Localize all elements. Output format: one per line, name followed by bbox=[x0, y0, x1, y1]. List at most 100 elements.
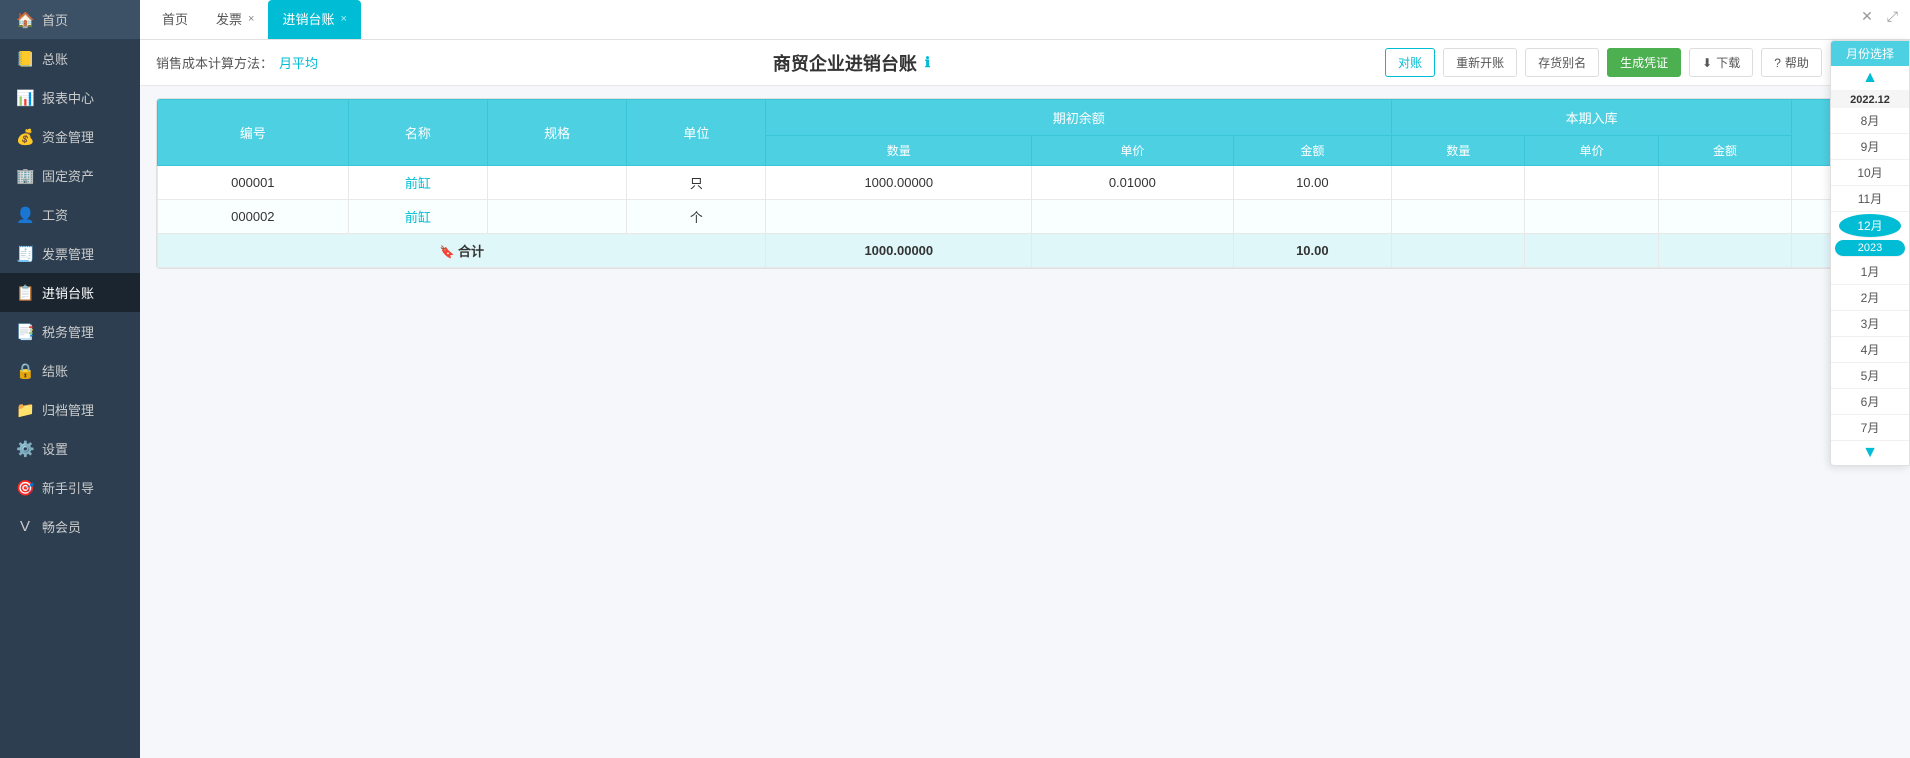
cell-in-price bbox=[1525, 200, 1658, 234]
sidebar-item-settings[interactable]: ⚙️ 设置 bbox=[0, 429, 140, 468]
month-item-1月[interactable]: 1月 bbox=[1831, 259, 1909, 285]
sidebar-icon-payroll: 👤 bbox=[16, 206, 34, 224]
month-item-12月[interactable]: 12月 bbox=[1839, 214, 1901, 238]
sidebar-label-archive-management: 归档管理 bbox=[42, 400, 94, 419]
sidebar-item-general-ledger[interactable]: 📒总账 bbox=[0, 39, 140, 78]
main-area: ✕ ⤢ 首页发票 × 进销台账 × 销售成本计算方法： 月平均 商贸企业进销台账 ℹ … bbox=[140, 0, 1910, 758]
total-in-qty bbox=[1392, 234, 1525, 268]
table-row: 000002 前缸 个 bbox=[158, 200, 1893, 234]
help-button[interactable]: ? 帮助 bbox=[1761, 48, 1822, 77]
table-row: 000001 前缸 只 1000.00000 0.01000 10.00 bbox=[158, 166, 1893, 200]
sidebar-item-vip[interactable]: V 畅会员 bbox=[0, 507, 140, 546]
sidebar-item-fund-management[interactable]: 💰 资金管理 bbox=[0, 117, 140, 156]
cell-opening-qty bbox=[766, 200, 1032, 234]
tab-close-purchase-sales[interactable]: × bbox=[340, 13, 346, 25]
total-opening-qty: 1000.00000 bbox=[766, 234, 1032, 268]
tab-label-purchase-sales: 进销台账 bbox=[282, 9, 334, 28]
cell-in-amount bbox=[1658, 200, 1791, 234]
sidebar-item-purchase-sales-ledger[interactable]: 📋进销台账 bbox=[0, 273, 140, 312]
col-spec: 规格 bbox=[487, 100, 626, 166]
sidebar-icon-archive-management: 📁 bbox=[16, 401, 34, 419]
sidebar-label-vip: 畅会员 bbox=[42, 517, 81, 536]
month-item-4月[interactable]: 4月 bbox=[1831, 337, 1909, 363]
month-item-2月[interactable]: 2月 bbox=[1831, 285, 1909, 311]
tab-invoice[interactable]: 发票 × bbox=[202, 0, 268, 39]
sidebar-label-report-center: 报表中心 bbox=[42, 88, 94, 107]
month-nav-down[interactable]: ▼ bbox=[1831, 441, 1909, 465]
tab-label-invoice: 发票 bbox=[216, 9, 242, 28]
col-opening-price: 单价 bbox=[1032, 136, 1233, 166]
col-current-in: 本期入库 bbox=[1392, 100, 1792, 136]
sidebar-icon-invoice-management: 🧾 bbox=[16, 245, 34, 263]
month-item-3月[interactable]: 3月 bbox=[1831, 311, 1909, 337]
sidebar-icon-vip: V bbox=[16, 518, 34, 535]
save-alias-button[interactable]: 存货别名 bbox=[1525, 48, 1599, 77]
sidebar-label-new-user-guide: 新手引导 bbox=[42, 478, 94, 497]
cell-spec bbox=[487, 166, 626, 200]
info-icon[interactable]: ℹ bbox=[925, 54, 930, 71]
sidebar-label-tax-management: 税务管理 bbox=[42, 322, 94, 341]
sidebar-item-invoice-management[interactable]: 🧾发票管理 bbox=[0, 234, 140, 273]
toolbar-center: 商贸企业进销台账 ℹ bbox=[773, 50, 930, 76]
toolbar-right: 对账 重新开账 存货别名 生成凭证 ⬇ 下载 ? 帮助 ↻ 刷新 bbox=[1385, 48, 1894, 77]
cell-unit: 只 bbox=[627, 166, 766, 200]
col-in-price: 单价 bbox=[1525, 136, 1658, 166]
cell-name: 前缸 bbox=[348, 166, 487, 200]
sidebar-label-fund-management: 资金管理 bbox=[42, 127, 94, 146]
close-button[interactable]: ✕ bbox=[1857, 6, 1877, 27]
toolbar-left: 销售成本计算方法： 月平均 bbox=[156, 53, 318, 72]
sidebar-label-payroll: 工资 bbox=[42, 205, 68, 224]
sidebar-item-new-user-guide[interactable]: 🎯新手引导 bbox=[0, 468, 140, 507]
month-item-7月[interactable]: 7月 bbox=[1831, 415, 1909, 441]
month-item-6月[interactable]: 6月 bbox=[1831, 389, 1909, 415]
month-item-9月[interactable]: 9月 bbox=[1831, 134, 1909, 160]
month-item-10月[interactable]: 10月 bbox=[1831, 160, 1909, 186]
sidebar-item-tax-management[interactable]: 📑税务管理 bbox=[0, 312, 140, 351]
sidebar: 🏠首页📒总账📊报表中心 💰 资金管理 🏢固定资产 👤 工资 🧾发票管理📋进销台账📑税务管理🔒… bbox=[0, 0, 140, 758]
month-item-11月[interactable]: 11月 bbox=[1831, 186, 1909, 212]
month-panel-title: 月份选择 bbox=[1831, 41, 1909, 66]
sidebar-item-payroll[interactable]: 👤 工资 bbox=[0, 195, 140, 234]
sidebar-icon-fund-management: 💰 bbox=[16, 128, 34, 146]
col-opening-qty: 数量 bbox=[766, 136, 1032, 166]
sidebar-label-general-ledger: 总账 bbox=[42, 49, 68, 68]
content-area: 销售成本计算方法： 月平均 商贸企业进销台账 ℹ 对账 重新开账 存货别名 生成… bbox=[140, 40, 1910, 758]
months-2022-container: 8月9月10月11月12月 bbox=[1831, 108, 1909, 238]
cell-in-price bbox=[1525, 166, 1658, 200]
cell-code: 000001 bbox=[158, 166, 349, 200]
cell-opening-qty: 1000.00000 bbox=[766, 166, 1032, 200]
col-unit: 单位 bbox=[627, 100, 766, 166]
col-in-amount: 金额 bbox=[1658, 136, 1791, 166]
tab-home[interactable]: 首页 bbox=[148, 0, 202, 39]
reopen-button[interactable]: 重新开账 bbox=[1443, 48, 1517, 77]
cell-opening-amount bbox=[1233, 200, 1392, 234]
sidebar-item-closing[interactable]: 🔒结账 bbox=[0, 351, 140, 390]
sidebar-label-fixed-assets: 固定资产 bbox=[42, 166, 94, 185]
year-2023-badge: 2023 bbox=[1835, 240, 1905, 257]
sidebar-label-settings: 设置 bbox=[42, 439, 68, 458]
sales-cost-label: 销售成本计算方法： bbox=[156, 53, 273, 72]
sidebar-icon-settings: ⚙️ bbox=[16, 440, 34, 458]
sidebar-icon-home: 🏠 bbox=[16, 11, 34, 29]
sidebar-item-fixed-assets[interactable]: 🏢固定资产 bbox=[0, 156, 140, 195]
sidebar-item-home[interactable]: 🏠首页 bbox=[0, 0, 140, 39]
col-code: 编号 bbox=[158, 100, 349, 166]
cell-spec bbox=[487, 200, 626, 234]
year-2022-label: 2022.12 bbox=[1831, 90, 1909, 108]
cell-opening-amount: 10.00 bbox=[1233, 166, 1392, 200]
maximize-button[interactable]: ⤢ bbox=[1883, 6, 1902, 27]
tab-purchase-sales[interactable]: 进销台账 × bbox=[268, 0, 360, 39]
reconcile-button[interactable]: 对账 bbox=[1385, 48, 1435, 77]
sidebar-item-report-center[interactable]: 📊报表中心 bbox=[0, 78, 140, 117]
cell-opening-price: 0.01000 bbox=[1032, 166, 1233, 200]
month-item-5月[interactable]: 5月 bbox=[1831, 363, 1909, 389]
table-wrapper: 编号 名称 规格 单位 期初余额 本期入库 数 数量 单价 金额 数 bbox=[156, 98, 1894, 269]
total-label: 🔖 合计 bbox=[158, 234, 766, 268]
col-opening-balance: 期初余额 bbox=[766, 100, 1392, 136]
month-item-8月[interactable]: 8月 bbox=[1831, 108, 1909, 134]
generate-voucher-button[interactable]: 生成凭证 bbox=[1607, 48, 1681, 77]
month-nav-up[interactable]: ▲ bbox=[1831, 66, 1909, 90]
download-button[interactable]: ⬇ 下载 bbox=[1689, 48, 1753, 77]
tab-close-invoice[interactable]: × bbox=[248, 13, 254, 25]
sidebar-item-archive-management[interactable]: 📁 归档管理 bbox=[0, 390, 140, 429]
